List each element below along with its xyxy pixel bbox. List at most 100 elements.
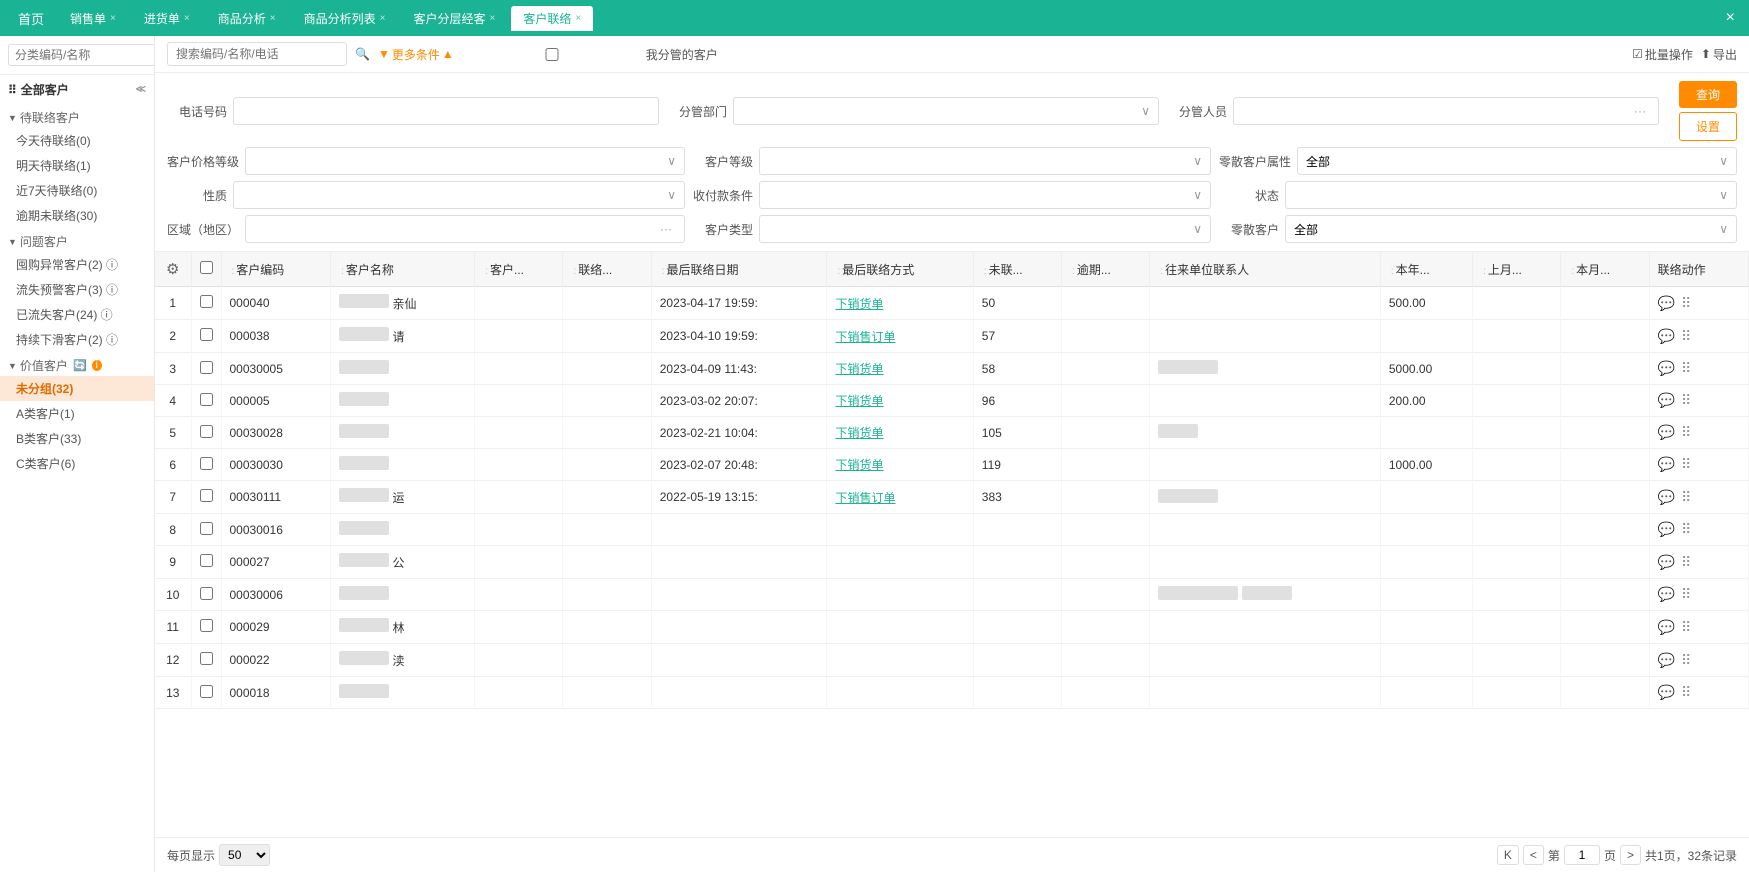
- nav-tab-analysis[interactable]: 商品分析 ×: [206, 6, 288, 31]
- sidebar-item-no-group[interactable]: 未分组(32): [0, 376, 154, 401]
- col-select-all[interactable]: [191, 252, 221, 287]
- select-customer-level[interactable]: ∨: [759, 147, 1211, 175]
- phone-action-icon[interactable]: 💬: [1658, 456, 1675, 473]
- cell-last-method[interactable]: 下销售订单: [827, 320, 973, 353]
- cell-last-method[interactable]: [827, 611, 973, 644]
- sidebar-item-b-class[interactable]: B类客户(33): [0, 426, 154, 451]
- cell-checkbox[interactable]: [191, 677, 221, 709]
- row-checkbox[interactable]: [200, 522, 213, 535]
- phone-action-icon[interactable]: 💬: [1658, 554, 1675, 571]
- more-action-icon[interactable]: ⠿: [1681, 586, 1691, 603]
- select-status[interactable]: ∨: [1285, 181, 1737, 209]
- more-action-icon[interactable]: ⠿: [1681, 295, 1691, 312]
- my-customers-checkbox[interactable]: [462, 48, 642, 61]
- sidebar-item-a-class[interactable]: A类客户(1): [0, 401, 154, 426]
- cell-last-method[interactable]: 下销售订单: [827, 481, 973, 514]
- row-checkbox[interactable]: [200, 685, 213, 698]
- phone-action-icon[interactable]: 💬: [1658, 619, 1675, 636]
- page-input[interactable]: [1564, 845, 1600, 865]
- select-retail-attr[interactable]: 全部 ∨: [1297, 147, 1737, 175]
- per-page-select[interactable]: 50 100 200: [219, 844, 270, 866]
- prev-page-btn[interactable]: <: [1523, 845, 1544, 865]
- nav-tab-customer-contact[interactable]: 客户联络 ×: [511, 6, 593, 31]
- batch-ops-btn[interactable]: ☑ 批量操作: [1632, 46, 1693, 63]
- dots-person[interactable]: ···: [1630, 104, 1650, 118]
- cell-checkbox[interactable]: [191, 353, 221, 385]
- close-tab-purchase[interactable]: ×: [184, 13, 190, 24]
- sidebar-item-7days[interactable]: 近7天待联络(0): [0, 178, 154, 203]
- cell-last-method[interactable]: 下销货单: [827, 417, 973, 449]
- row-checkbox[interactable]: [200, 393, 213, 406]
- select-region[interactable]: ···: [245, 215, 685, 243]
- cell-last-method[interactable]: [827, 677, 973, 709]
- phone-action-icon[interactable]: 💬: [1658, 328, 1675, 345]
- search-input[interactable]: [167, 42, 347, 66]
- export-btn[interactable]: ⬆ 导出: [1701, 46, 1737, 63]
- phone-action-icon[interactable]: 💬: [1658, 424, 1675, 441]
- select-all-checkbox[interactable]: [200, 261, 213, 274]
- row-checkbox[interactable]: [200, 489, 213, 502]
- row-checkbox[interactable]: [200, 554, 213, 567]
- more-action-icon[interactable]: ⠿: [1681, 392, 1691, 409]
- contact-method-link[interactable]: 下销售订单: [835, 491, 895, 505]
- nav-tab-analysis-list[interactable]: 商品分析列表 ×: [292, 6, 398, 31]
- phone-action-icon[interactable]: 💬: [1658, 489, 1675, 506]
- first-page-btn[interactable]: K: [1497, 845, 1519, 865]
- cell-last-method[interactable]: 下销货单: [827, 449, 973, 481]
- row-checkbox[interactable]: [200, 295, 213, 308]
- more-action-icon[interactable]: ⠿: [1681, 652, 1691, 669]
- close-tab-analysis[interactable]: ×: [270, 13, 276, 24]
- my-customers-checkbox-label[interactable]: 我分管的客户: [462, 46, 718, 63]
- phone-action-icon[interactable]: 💬: [1658, 586, 1675, 603]
- sidebar-item-churn-warning[interactable]: 流失预警客户(3) ⓘ: [0, 277, 154, 302]
- cell-checkbox[interactable]: [191, 611, 221, 644]
- sidebar-item-tomorrow[interactable]: 明天待联络(1): [0, 153, 154, 178]
- sidebar-search-input[interactable]: [8, 44, 155, 66]
- more-conditions-btn[interactable]: ▼ 更多条件 ▲: [378, 46, 454, 63]
- sidebar-group-problem[interactable]: ▼ 问题客户: [0, 228, 154, 252]
- more-action-icon[interactable]: ⠿: [1681, 684, 1691, 701]
- more-action-icon[interactable]: ⠿: [1681, 619, 1691, 636]
- select-customer-type[interactable]: ∨: [759, 215, 1211, 243]
- sidebar-group-value[interactable]: ▼ 价值客户 🔄 i: [0, 352, 154, 376]
- col-settings[interactable]: ⚙: [155, 252, 191, 287]
- select-nature[interactable]: ∨: [233, 181, 685, 209]
- sidebar-item-c-class[interactable]: C类客户(6): [0, 451, 154, 476]
- more-action-icon[interactable]: ⠿: [1681, 554, 1691, 571]
- dots-region[interactable]: ···: [656, 222, 676, 236]
- cell-checkbox[interactable]: [191, 385, 221, 417]
- row-checkbox[interactable]: [200, 361, 213, 374]
- row-checkbox[interactable]: [200, 328, 213, 341]
- contact-method-link[interactable]: 下销货单: [835, 362, 883, 376]
- contact-method-link[interactable]: 下销货单: [835, 297, 883, 311]
- cell-last-method[interactable]: [827, 514, 973, 546]
- close-tab-customer-segment[interactable]: ×: [489, 13, 495, 24]
- select-payment[interactable]: ∨: [759, 181, 1211, 209]
- close-tab-sales[interactable]: ×: [110, 13, 116, 24]
- cell-checkbox[interactable]: [191, 417, 221, 449]
- row-checkbox[interactable]: [200, 425, 213, 438]
- cell-last-method[interactable]: [827, 579, 973, 611]
- cell-checkbox[interactable]: [191, 449, 221, 481]
- reset-button[interactable]: 设置: [1679, 112, 1737, 141]
- input-phone[interactable]: [233, 97, 659, 125]
- next-page-btn[interactable]: >: [1620, 845, 1641, 865]
- cell-last-method[interactable]: [827, 644, 973, 677]
- more-action-icon[interactable]: ⠿: [1681, 360, 1691, 377]
- close-tab-customer-contact[interactable]: ×: [575, 13, 581, 24]
- sidebar-item-overdue[interactable]: 逾期未联络(30): [0, 203, 154, 228]
- sidebar-group-waiting[interactable]: ▼ 待联络客户: [0, 104, 154, 128]
- cell-last-method[interactable]: 下销货单: [827, 287, 973, 320]
- cell-last-method[interactable]: [827, 546, 973, 579]
- sidebar-item-declining[interactable]: 持续下滑客户(2) ⓘ: [0, 327, 154, 352]
- select-dept[interactable]: ∨: [733, 97, 1159, 125]
- query-button[interactable]: 查询: [1679, 81, 1737, 108]
- cell-checkbox[interactable]: [191, 320, 221, 353]
- row-checkbox[interactable]: [200, 652, 213, 665]
- select-price-level[interactable]: ∨: [245, 147, 685, 175]
- sidebar-item-churned[interactable]: 已流失客户(24) ⓘ: [0, 302, 154, 327]
- sidebar-item-today[interactable]: 今天待联络(0): [0, 128, 154, 153]
- cell-checkbox[interactable]: [191, 481, 221, 514]
- phone-action-icon[interactable]: 💬: [1658, 521, 1675, 538]
- more-action-icon[interactable]: ⠿: [1681, 456, 1691, 473]
